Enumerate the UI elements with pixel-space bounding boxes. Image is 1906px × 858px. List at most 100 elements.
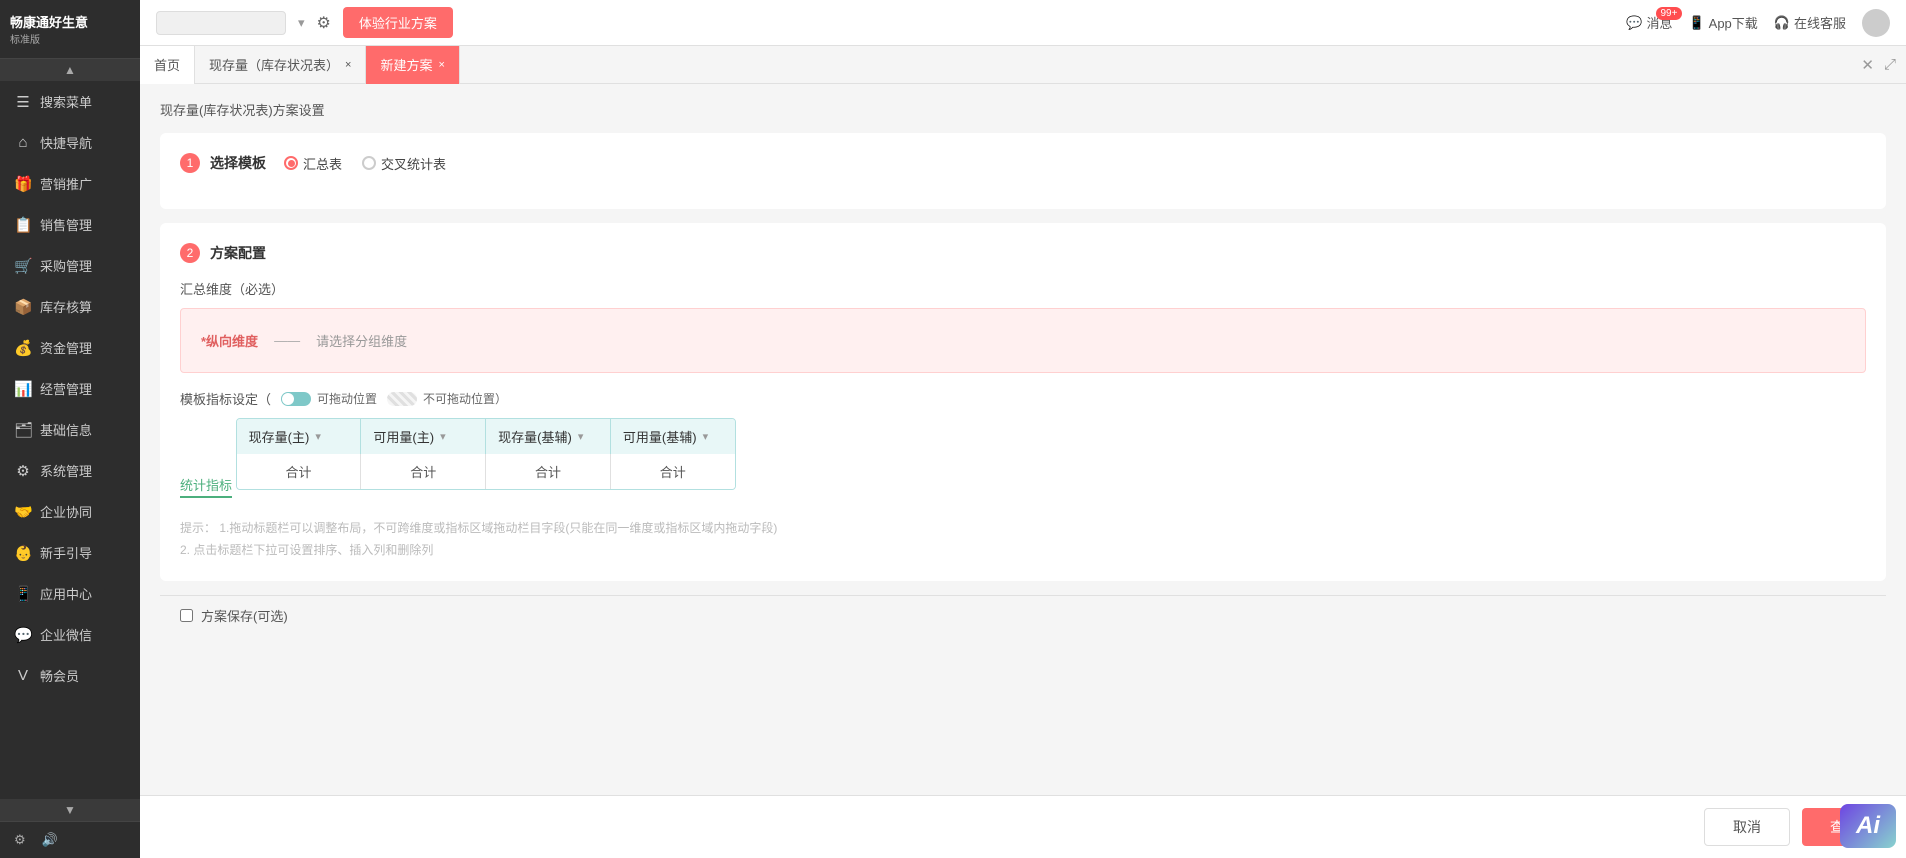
message-icon: 💬 (1626, 15, 1642, 31)
sidebar-item-enterprise-wx[interactable]: 💬 企业微信 (0, 614, 140, 655)
non-draggable-label: 不可拖动位置） (423, 390, 507, 407)
tab-home[interactable]: 首页 (140, 46, 195, 84)
tab-home-label: 首页 (154, 55, 180, 74)
sidebar-item-system[interactable]: ⚙ 系统管理 (0, 450, 140, 491)
online-service[interactable]: 🎧 在线客服 (1774, 13, 1846, 32)
draggable-toggle: 可拖动位置 (281, 390, 377, 407)
tip2-text: 2. 点击标题栏下拉可设置排序、插入列和删除列 (180, 543, 433, 557)
sidebar-item-quick-nav[interactable]: ⌂ 快捷导航 (0, 122, 140, 163)
vertical-dim-label: *纵向维度 (201, 331, 258, 350)
app-download[interactable]: 📱 App下载 (1688, 13, 1757, 32)
app-version: 标准版 (10, 31, 130, 46)
chevron-down-icon[interactable]: ▾ (440, 430, 446, 443)
chevron-down-icon[interactable]: ▾ (578, 430, 584, 443)
sidebar-item-app-center[interactable]: 📱 应用中心 (0, 573, 140, 614)
folder-icon: 🗂 (14, 421, 32, 439)
sidebar-item-finance[interactable]: 💰 资金管理 (0, 327, 140, 368)
trial-industry-button[interactable]: 体验行业方案 (343, 7, 453, 38)
step1-card: 1 选择模板 汇总表 交叉统计表 (160, 133, 1886, 209)
step2-num: 2 (180, 243, 200, 263)
settings-icon[interactable]: ⚙ (14, 832, 26, 848)
tips-section: 提示： 1.拖动标题栏可以调整布局，不可跨维度或指标区域拖动栏目字段(只能在同一… (180, 518, 1866, 561)
sidebar-item-search-menu[interactable]: ☰ 搜索菜单 (0, 81, 140, 122)
sidebar-item-vip[interactable]: V 畅会员 (0, 655, 140, 696)
sidebar-item-sales[interactable]: 📋 销售管理 (0, 204, 140, 245)
settings-icon[interactable]: ⚙ (317, 13, 331, 33)
topbar: ▾ ⚙ 体验行业方案 💬 消息 99+ 📱 App下载 🎧 在线客服 (140, 0, 1906, 46)
chevron-down-icon[interactable]: ▾ (298, 15, 305, 31)
non-draggable-toggle: 不可拖动位置） (387, 390, 507, 407)
step1-num: 1 (180, 153, 200, 173)
download-icon: 📱 (1688, 15, 1704, 31)
toggle-dot (282, 393, 294, 405)
messages-badge[interactable]: 💬 消息 99+ (1626, 13, 1672, 32)
close-icon[interactable]: × (345, 59, 351, 71)
messages-count-badge: 99+ (1656, 7, 1683, 20)
chat-icon: 💬 (14, 626, 32, 644)
sidebar-scroll-down[interactable]: ▼ (0, 799, 140, 821)
sidebar-item-purchase[interactable]: 🛒 采购管理 (0, 245, 140, 286)
chevron-down-icon[interactable]: ▾ (703, 430, 709, 443)
chart-icon: 📊 (14, 380, 32, 398)
sidebar-item-label: 经营管理 (40, 379, 92, 398)
avatar[interactable] (1862, 9, 1890, 37)
sidebar-item-inventory[interactable]: 📦 库存核算 (0, 286, 140, 327)
draggable-label: 可拖动位置 (317, 390, 377, 407)
non-draggable-pill (387, 392, 417, 406)
ai-badge[interactable]: Ai (1840, 804, 1896, 848)
close-icon[interactable]: × (438, 59, 444, 71)
radio-crosstab-label: 交叉统计表 (381, 154, 446, 173)
step1-title: 选择模板 (210, 153, 266, 173)
stats-col-1[interactable]: 现存量(主) ▾ (237, 419, 362, 454)
tabs-bar: 首页 现存量（库存状况表） × 新建方案 × ✕ ⤢ (140, 46, 1906, 84)
sidebar-item-label: 采购管理 (40, 256, 92, 275)
search-input[interactable] (156, 11, 286, 35)
sidebar-item-label: 基础信息 (40, 420, 92, 439)
sidebar-item-enterprise[interactable]: 🤝 企业协同 (0, 491, 140, 532)
stats-section-label: 统计指标 (180, 475, 232, 498)
sidebar-item-label: 营销推广 (40, 174, 92, 193)
stats-col-3[interactable]: 现存量(基辅) ▾ (486, 419, 611, 454)
sidebar-item-label: 资金管理 (40, 338, 92, 357)
sidebar: 畅康通好生意 标准版 ▲ ☰ 搜索菜单 ⌂ 快捷导航 🎁 营销推广 📋 销售管理… (0, 0, 140, 858)
tab-inventory-status[interactable]: 现存量（库存状况表） × (195, 46, 366, 84)
stats-col-4[interactable]: 可用量(基辅) ▾ (611, 419, 735, 454)
sidebar-item-marketing[interactable]: 🎁 营销推广 (0, 163, 140, 204)
sidebar-item-label: 企业微信 (40, 625, 92, 644)
stats-col-2[interactable]: 可用量(主) ▾ (361, 419, 486, 454)
tip1-text: 1.拖动标题栏可以调整布局，不可跨维度或指标区域拖动栏目字段(只能在同一维度或指… (219, 521, 777, 535)
tab-new-plan-label: 新建方案 (380, 55, 432, 74)
page-title: 现存量(库存状况表)方案设置 (160, 100, 1886, 119)
step2-card: 2 方案配置 汇总维度（必选） *纵向维度 —— 请选择分组维度 模板指标设定（ (160, 223, 1886, 581)
step1-header: 1 选择模板 汇总表 交叉统计表 (180, 153, 1866, 173)
stats-table: 现存量(主) ▾ 可用量(主) ▾ 现存量(基辅) ▾ 可用量(基辅) (236, 418, 736, 490)
close-window-icon[interactable]: ✕ (1861, 56, 1874, 74)
tab-new-plan[interactable]: 新建方案 × (366, 46, 459, 84)
money-icon: 💰 (14, 339, 32, 357)
stats-body-cell-4: 合计 (611, 454, 735, 489)
template-radio-group: 汇总表 交叉统计表 (284, 154, 446, 173)
home-icon: ⌂ (14, 134, 32, 151)
topbar-right: 💬 消息 99+ 📱 App下载 🎧 在线客服 (1626, 9, 1890, 37)
sidebar-item-basic-info[interactable]: 🗂 基础信息 (0, 409, 140, 450)
sidebar-item-label: 快捷导航 (40, 133, 92, 152)
tab-inventory-label: 现存量（库存状况表） (209, 55, 339, 74)
sidebar-scroll-up[interactable]: ▲ (0, 59, 140, 81)
sound-icon[interactable]: 🔊 (42, 832, 58, 848)
sidebar-item-label: 搜索菜单 (40, 92, 92, 111)
sidebar-item-new-guide[interactable]: 👶 新手引导 (0, 532, 140, 573)
col4-label: 可用量(基辅) (623, 427, 697, 446)
step2-header: 2 方案配置 (180, 243, 1866, 263)
gear-icon: ⚙ (14, 462, 32, 480)
expand-icon[interactable]: ⤢ (1884, 56, 1896, 73)
sidebar-item-label: 企业协同 (40, 502, 92, 521)
tips-prefix: 提示： 1.拖动标题栏可以调整布局，不可跨维度或指标区域拖动栏目字段(只能在同一… (180, 518, 1866, 540)
save-plan-checkbox[interactable] (180, 609, 193, 622)
cancel-button[interactable]: 取消 (1704, 808, 1790, 846)
chevron-down-icon[interactable]: ▾ (315, 430, 321, 443)
sidebar-item-operations[interactable]: 📊 经营管理 (0, 368, 140, 409)
radio-summary[interactable]: 汇总表 (284, 154, 342, 173)
app-name: 畅康通好生意 (10, 12, 130, 31)
radio-crosstab[interactable]: 交叉统计表 (362, 154, 446, 173)
indicator-settings-label: 模板指标设定（ 可拖动位置 不可拖动位置） (180, 389, 1866, 408)
